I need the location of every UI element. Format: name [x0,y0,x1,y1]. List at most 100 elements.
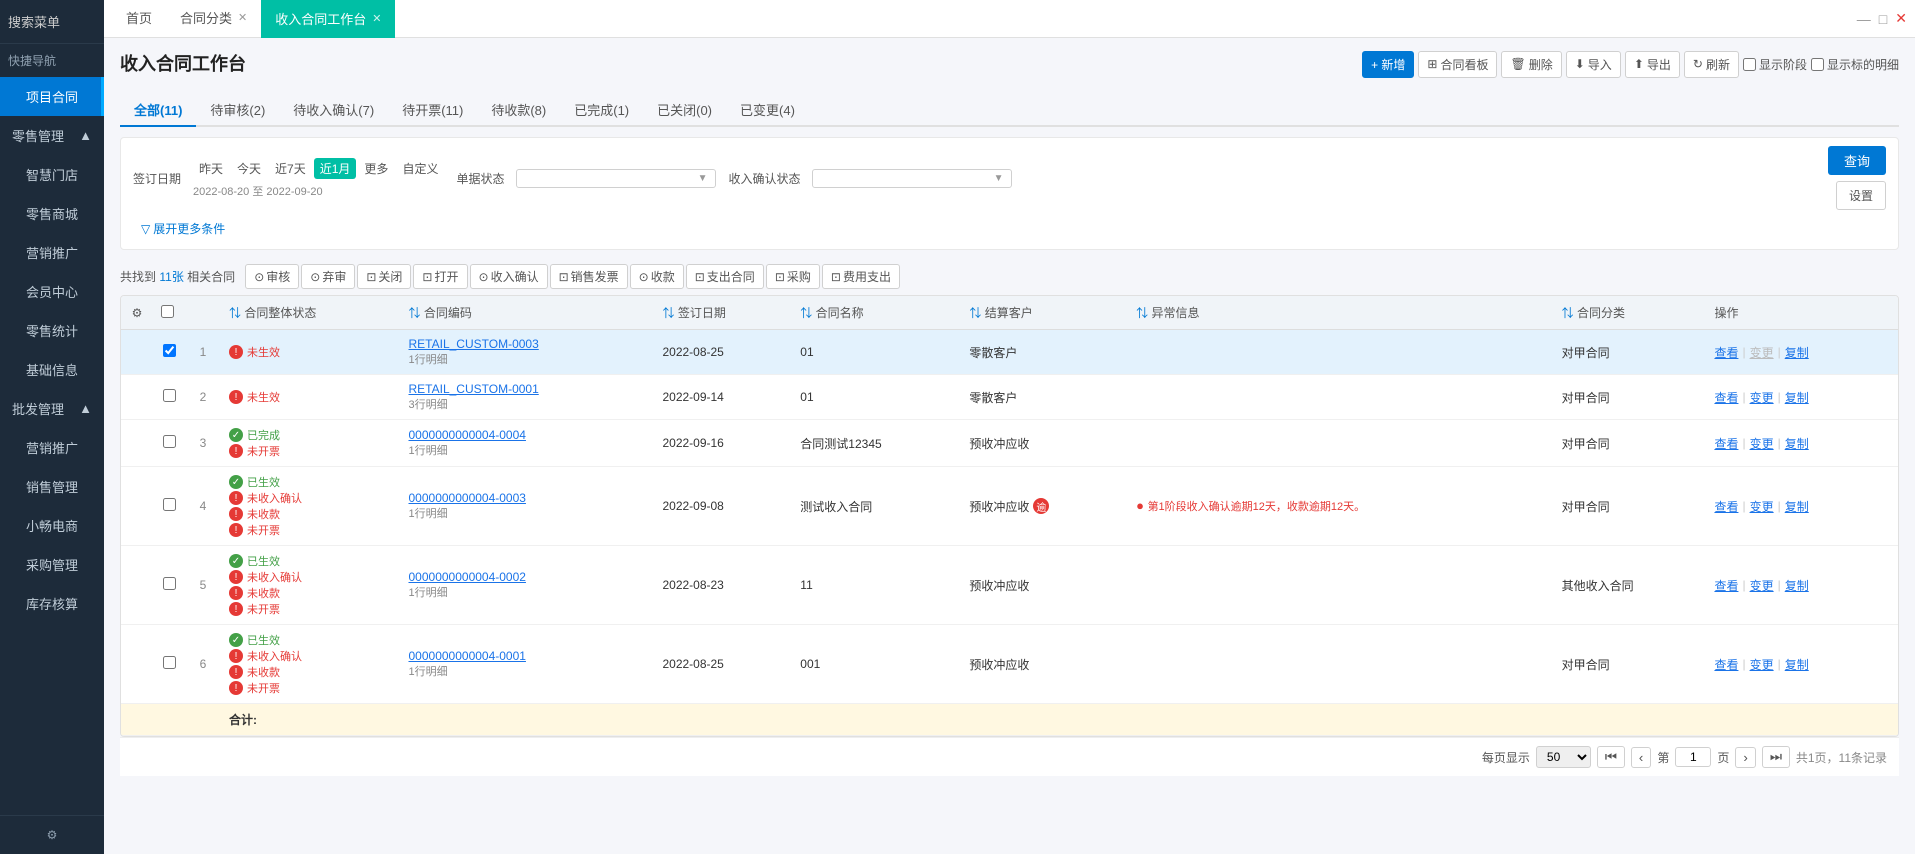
new-button[interactable]: + 新增 [1362,51,1414,78]
last-page-btn[interactable]: ⏭ [1762,746,1790,768]
sidebar-item-inventory[interactable]: 库存核算 [0,584,104,623]
sub-tab-pending-confirm[interactable]: 待收入确认(7) [279,94,388,127]
action-link-查看[interactable]: 查看 [1714,656,1738,673]
sub-tab-all[interactable]: 全部(11) [120,94,196,127]
select-all-checkbox[interactable] [161,305,174,318]
expand-conditions-btn[interactable]: ▽ 展开更多条件 [133,216,1886,241]
action-sales-invoice[interactable]: ⊡ 销售发票 [550,264,628,289]
code-link[interactable]: RETAIL_CUSTOM-0003 [409,337,539,351]
code-link[interactable]: RETAIL_CUSTOM-0001 [409,382,539,396]
close-icon[interactable]: ✕ [1895,10,1907,27]
action-income-confirm[interactable]: ⊙ 收入确认 [470,264,548,289]
action-abandon[interactable]: ⊙ 弃审 [301,264,355,289]
date-btn-7days[interactable]: 近7天 [269,158,312,179]
query-button[interactable]: 查询 [1828,146,1886,175]
action-link-复制[interactable]: 复制 [1785,344,1809,361]
action-open[interactable]: ⊡ 打开 [413,264,467,289]
sidebar-item-marketing2[interactable]: 营销推广 [0,428,104,467]
action-link-变更[interactable]: 变更 [1750,389,1774,406]
action-link-复制[interactable]: 复制 [1785,656,1809,673]
sub-tab-closed[interactable]: 已关闭(0) [643,94,726,127]
sidebar-item-sales-mgmt[interactable]: 销售管理 [0,467,104,506]
code-link[interactable]: 0000000000004-0002 [409,570,526,584]
import-button[interactable]: ⬇ 导入 [1566,51,1621,78]
action-link-查看[interactable]: 查看 [1714,344,1738,361]
action-link-复制[interactable]: 复制 [1785,435,1809,452]
action-close[interactable]: ⊡ 关闭 [357,264,411,289]
action-link-查看[interactable]: 查看 [1714,498,1738,515]
sidebar-item-retail-mgmt[interactable]: 零售管理 ▲ [0,116,104,155]
sub-tab-pending-invoice[interactable]: 待开票(11) [388,94,477,127]
sidebar-item-retail-stats[interactable]: 零售统计 [0,311,104,350]
action-expense[interactable]: ⊡ 费用支出 [822,264,900,289]
action-review[interactable]: ⊙ 审核 [245,264,299,289]
row-checkbox[interactable] [163,344,176,357]
action-purchase[interactable]: ⊡ 采购 [766,264,820,289]
sidebar-item-xiaochang[interactable]: 小畅电商 [0,506,104,545]
action-link-变更[interactable]: 变更 [1750,435,1774,452]
sub-tab-pending-review[interactable]: 待审核(2) [196,94,279,127]
sidebar-gear[interactable]: ⚙ [0,815,104,854]
tab-home[interactable]: 首页 [112,0,166,38]
export-button[interactable]: ⬆ 导出 [1625,51,1680,78]
sidebar-item-purchase[interactable]: 采购管理 [0,545,104,584]
action-link-变更[interactable]: 变更 [1750,656,1774,673]
sidebar-item-wholesale[interactable]: 批发管理 ▲ [0,389,104,428]
show-stage-checkbox[interactable]: 显示阶段 [1743,56,1807,73]
action-link-查看[interactable]: 查看 [1714,577,1738,594]
sidebar-item-smart-store[interactable]: 智慧门店 [0,155,104,194]
delete-button[interactable]: 🗑 删除 [1501,51,1561,78]
action-link-复制[interactable]: 复制 [1785,389,1809,406]
tab-contract-cat[interactable]: 合同分类 ✕ [166,0,261,38]
row-checkbox[interactable] [163,389,176,402]
tab-close-income-workbench[interactable]: ✕ [372,12,381,25]
row-checkbox[interactable] [163,577,176,590]
prev-page-btn[interactable]: ‹ [1631,747,1651,768]
action-collect[interactable]: ⊙ 收款 [630,264,684,289]
page-input[interactable] [1675,747,1711,767]
sub-tab-pending-collect[interactable]: 待收款(8) [477,94,560,127]
maximize-icon[interactable]: □ [1879,11,1887,27]
sidebar-item-project[interactable]: 项目合同 [0,77,104,116]
refresh-button[interactable]: ↻ 刷新 [1684,51,1739,78]
action-link-查看[interactable]: 查看 [1714,435,1738,452]
first-page-btn[interactable]: ⏮ [1597,746,1625,768]
code-link[interactable]: 0000000000004-0003 [409,491,526,505]
row-checkbox[interactable] [163,435,176,448]
tab-income-workbench[interactable]: 收入合同工作台 ✕ [261,0,395,38]
per-page-select[interactable]: 50 100 200 [1536,746,1591,768]
board-button[interactable]: ⊞ 合同看板 [1418,51,1497,78]
col-settings[interactable]: ⚙ [121,296,153,330]
code-link[interactable]: 0000000000004-0004 [409,428,526,442]
sub-tab-changed[interactable]: 已变更(4) [726,94,809,127]
table-row: 5✓已生效!未收入确认!未收款!未开票0000000000004-00021行明… [121,546,1898,625]
action-out-contract[interactable]: ⊡ 支出合同 [686,264,764,289]
sidebar-item-basic-info[interactable]: 基础信息 [0,350,104,389]
code-link[interactable]: 0000000000004-0001 [409,649,526,663]
show-detail-checkbox[interactable]: 显示标的明细 [1811,56,1899,73]
row-checkbox[interactable] [163,498,176,511]
sidebar-search[interactable]: 搜索菜单 [0,0,104,44]
action-link-变更[interactable]: 变更 [1750,577,1774,594]
row-checkbox[interactable] [163,656,176,669]
next-page-btn[interactable]: › [1735,747,1755,768]
date-btn-1month[interactable]: 近1月 [314,158,357,179]
date-btn-custom[interactable]: 自定义 [396,158,444,179]
date-btn-yesterday[interactable]: 昨天 [193,158,229,179]
sub-tab-done[interactable]: 已完成(1) [560,94,643,127]
sidebar-item-marketing[interactable]: 营销推广 [0,233,104,272]
settings-icon[interactable]: ⚙ [132,306,143,320]
sidebar-item-retail-mall[interactable]: 零售商城 [0,194,104,233]
set-button[interactable]: 设置 [1836,181,1886,210]
action-link-查看[interactable]: 查看 [1714,389,1738,406]
date-btn-today[interactable]: 今天 [231,158,267,179]
action-link-复制[interactable]: 复制 [1785,498,1809,515]
confirm-status-select[interactable]: ▼ [812,169,1012,188]
sidebar-item-member[interactable]: 会员中心 [0,272,104,311]
date-btn-more[interactable]: 更多 [358,158,394,179]
minimize-icon[interactable]: — [1857,11,1871,27]
action-link-复制[interactable]: 复制 [1785,577,1809,594]
action-link-变更[interactable]: 变更 [1750,498,1774,515]
tab-close-contract-cat[interactable]: ✕ [238,11,247,24]
doc-status-select[interactable]: ▼ [516,169,716,188]
